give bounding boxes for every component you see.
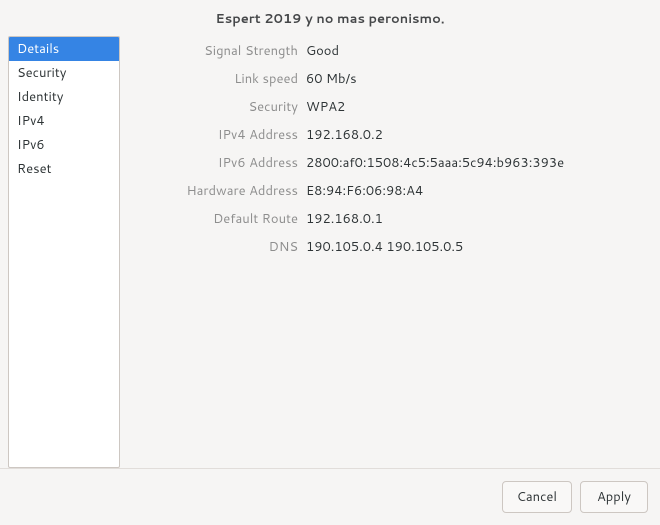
- detail-value: E8:94:F6:06:98:A4: [306, 182, 423, 200]
- detail-value: WPA2: [306, 98, 345, 116]
- detail-row-ipv4-address: IPv4 Address192.168.0.2: [138, 126, 652, 144]
- detail-row-dns: DNS190.105.0.4 190.105.0.5: [138, 238, 652, 256]
- detail-label: IPv6 Address: [138, 154, 306, 172]
- cancel-button[interactable]: Cancel: [502, 481, 572, 513]
- detail-value: 192.168.0.2: [306, 126, 383, 144]
- dialog-body: DetailsSecurityIdentityIPv4IPv6Reset Sig…: [0, 36, 660, 468]
- detail-label: Signal Strength: [138, 42, 306, 60]
- detail-label: Link speed: [138, 70, 306, 88]
- details-panel: Signal StrengthGoodLink speed60 Mb/sSecu…: [130, 36, 652, 468]
- detail-row-signal-strength: Signal StrengthGood: [138, 42, 652, 60]
- sidebar-item-reset[interactable]: Reset: [9, 157, 119, 181]
- detail-row-hardware-address: Hardware AddressE8:94:F6:06:98:A4: [138, 182, 652, 200]
- dialog-footer: Cancel Apply: [0, 468, 660, 525]
- detail-value: 60 Mb/s: [306, 70, 357, 88]
- detail-label: Hardware Address: [138, 182, 306, 200]
- settings-dialog: Espert 2019 y no mas peronismo. DetailsS…: [0, 0, 660, 525]
- sidebar-item-identity[interactable]: Identity: [9, 85, 119, 109]
- detail-row-ipv6-address: IPv6 Address2800:af0:1508:4c5:5aaa:5c94:…: [138, 154, 652, 172]
- detail-value: Good: [306, 42, 339, 60]
- detail-label: IPv4 Address: [138, 126, 306, 144]
- detail-label: Security: [138, 98, 306, 116]
- sidebar-item-ipv6[interactable]: IPv6: [9, 133, 119, 157]
- sidebar: DetailsSecurityIdentityIPv4IPv6Reset: [8, 36, 120, 468]
- dialog-title: Espert 2019 y no mas peronismo.: [0, 0, 660, 36]
- detail-label: Default Route: [138, 210, 306, 228]
- apply-button[interactable]: Apply: [580, 481, 648, 513]
- sidebar-item-details[interactable]: Details: [9, 37, 119, 61]
- detail-value: 2800:af0:1508:4c5:5aaa:5c94:b963:393e: [306, 154, 564, 172]
- detail-row-default-route: Default Route192.168.0.1: [138, 210, 652, 228]
- detail-row-security: SecurityWPA2: [138, 98, 652, 116]
- detail-label: DNS: [138, 238, 306, 256]
- sidebar-item-security[interactable]: Security: [9, 61, 119, 85]
- detail-value: 190.105.0.4 190.105.0.5: [306, 238, 463, 256]
- sidebar-item-ipv4[interactable]: IPv4: [9, 109, 119, 133]
- detail-value: 192.168.0.1: [306, 210, 383, 228]
- detail-row-link-speed: Link speed60 Mb/s: [138, 70, 652, 88]
